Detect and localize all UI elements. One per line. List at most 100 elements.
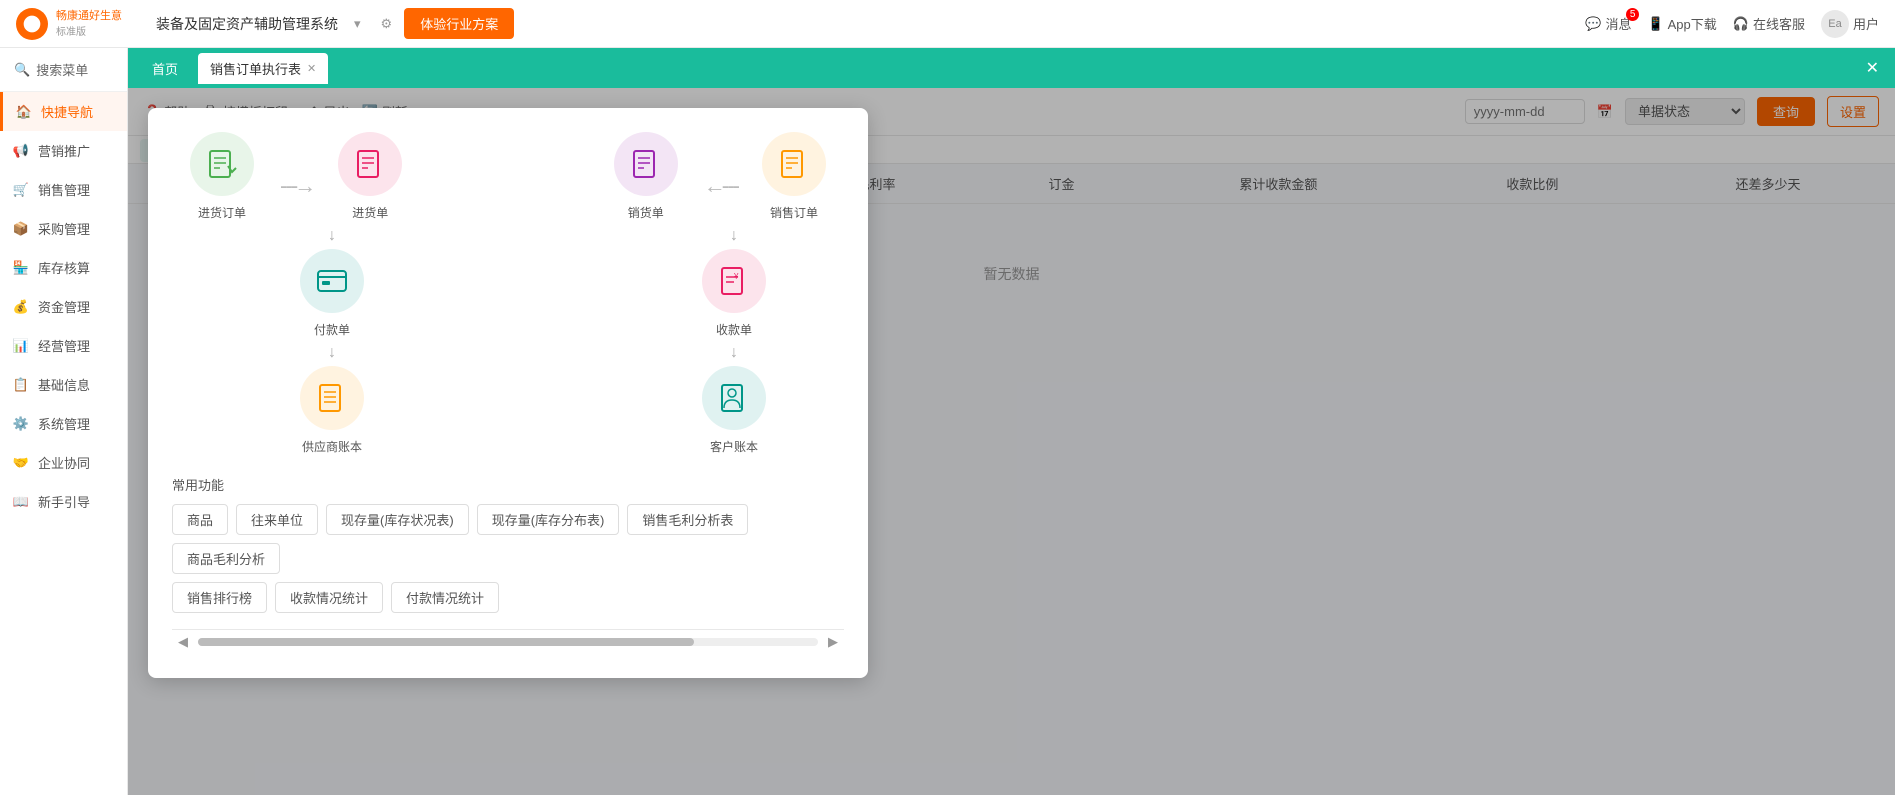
app-download-btn[interactable]: 📱 App下载: [1647, 14, 1716, 33]
payment-bill-label: 付款单: [314, 321, 350, 338]
down-arrow-1: ↓ 付款单: [272, 225, 382, 338]
sales-bill-label: 销货单: [628, 204, 664, 221]
sidebar-item-system[interactable]: ⚙️ 系统管理: [0, 404, 127, 443]
close-tab-btn[interactable]: ✕: [1858, 58, 1887, 78]
tab-home[interactable]: 首页: [136, 53, 194, 84]
scroll-track[interactable]: [198, 638, 818, 646]
customer-ledger-icon: [702, 366, 766, 430]
btn-sales-rank[interactable]: 销售排行榜: [172, 582, 267, 613]
sidebar-item-purchase[interactable]: 📦 采购管理: [0, 209, 127, 248]
purchase-order-node: 进货订单: [172, 132, 272, 221]
top-bar-actions: 💬 消息 5 📱 App下载 🎧 在线客服 Ea 用户: [1585, 10, 1879, 38]
dropdown-icon[interactable]: ▾: [354, 16, 361, 32]
receipt-bill-icon: ¥: [702, 249, 766, 313]
top-bar: 畅康通好生意 标准版 装备及固定资产辅助管理系统 ▾ ⚙ 体验行业方案 💬 消息…: [0, 0, 1895, 48]
btn-receipt-stats[interactable]: 收款情况统计: [275, 582, 383, 613]
message-icon: 💬: [1585, 16, 1601, 32]
sales-bill-icon: [614, 132, 678, 196]
sales-icon: 🛒: [12, 181, 30, 199]
content-body: ❓ 帮助 🖨 按模板打印 ▾ ⬆ 导出 🔄 刷新: [128, 88, 1895, 795]
btn-customer-supplier[interactable]: 往来单位: [236, 504, 318, 535]
customer-ledger-node: 客户账本: [684, 366, 784, 455]
purchase-order-label: 进货订单: [198, 204, 246, 221]
receipt-bill-node: ¥ 收款单: [684, 249, 784, 338]
guide-icon: 📖: [12, 493, 30, 511]
sales-order-label: 销售订单: [770, 204, 818, 221]
modal-overlay: 进货订单 - - -→: [128, 88, 1895, 795]
btn-stock-dist[interactable]: 现存量(库存分布表): [477, 504, 620, 535]
user-area[interactable]: Ea 用户: [1821, 10, 1879, 38]
sidebar-item-sales[interactable]: 🛒 销售管理: [0, 170, 127, 209]
flow-row-3: ↓ 供应商账本: [172, 342, 844, 455]
flow-row-1: 进货订单 - - -→: [172, 132, 844, 221]
sidebar-item-quick-nav[interactable]: 🏠 快捷导航: [0, 92, 127, 131]
purchase-order-icon: [190, 132, 254, 196]
sales-bill-node: 销货单: [596, 132, 696, 221]
btn-product[interactable]: 商品: [172, 504, 228, 535]
purchase-bill-label: 进货单: [352, 204, 388, 221]
search-icon: 🔍: [14, 62, 30, 78]
scroll-left-btn[interactable]: ◀: [172, 634, 194, 650]
down-arrow-3: ↓ 供应商账本: [272, 342, 382, 455]
headset-icon: 🎧: [1733, 16, 1749, 32]
sales-order-node: 销售订单: [744, 132, 844, 221]
receipt-bill-label: 收款单: [716, 321, 752, 338]
message-btn[interactable]: 💬 消息 5: [1585, 14, 1631, 33]
supplier-ledger-node: 供应商账本: [282, 366, 382, 455]
content-area: 首页 销售订单执行表 ✕ ✕ ❓ 帮助 🖨 按模板打印: [128, 48, 1895, 795]
tab-close-icon[interactable]: ✕: [307, 62, 316, 75]
scroll-bar-area: ◀ ▶: [172, 629, 844, 654]
down-arrow-2: ↓ ¥ 收款单: [684, 225, 844, 338]
basic-icon: 📋: [12, 376, 30, 394]
sidebar-item-marketing[interactable]: 📢 营销推广: [0, 131, 127, 170]
user-label: 用户: [1853, 14, 1879, 33]
sidebar-item-enterprise[interactable]: 🤝 企业协同: [0, 443, 127, 482]
down-arrow-4: ↓ 客户账本: [684, 342, 844, 455]
trial-btn[interactable]: 体验行业方案: [404, 8, 514, 39]
customer-ledger-label: 客户账本: [710, 438, 758, 455]
common-btns-row-2: 销售排行榜 收款情况统计 付款情况统计: [172, 582, 844, 613]
svg-text:¥: ¥: [733, 272, 739, 281]
logo-icon: [16, 8, 48, 40]
home-icon: 🏠: [15, 103, 33, 121]
system-title: 装备及固定资产辅助管理系统: [156, 14, 338, 34]
purchase-bill-icon: [338, 132, 402, 196]
tab-bar: 首页 销售订单执行表 ✕ ✕: [128, 48, 1895, 88]
tab-sales-exec[interactable]: 销售订单执行表 ✕: [198, 53, 328, 84]
phone-icon: 📱: [1647, 16, 1663, 32]
scroll-right-btn[interactable]: ▶: [822, 634, 844, 650]
flow-row-2: ↓ 付款单: [172, 225, 844, 338]
flow-diagram: 进货订单 - - -→: [172, 132, 844, 455]
btn-stock-status[interactable]: 现存量(库存状况表): [326, 504, 469, 535]
logo-area: 畅康通好生意 标准版: [16, 8, 144, 40]
sidebar: 🔍 搜索菜单 🏠 快捷导航 📢 营销推广 🛒 销售管理 📦 采购管理: [0, 48, 128, 795]
btn-sales-margin[interactable]: 销售毛利分析表: [627, 504, 748, 535]
sidebar-item-operations[interactable]: 📊 经营管理: [0, 326, 127, 365]
payment-bill-node: 付款单: [282, 249, 382, 338]
btn-product-margin[interactable]: 商品毛利分析: [172, 543, 280, 574]
arrow-1: - - -→: [272, 173, 320, 199]
marketing-icon: 📢: [12, 142, 30, 160]
sidebar-item-guide[interactable]: 📖 新手引导: [0, 482, 127, 521]
main-area: 🔍 搜索菜单 🏠 快捷导航 📢 营销推广 🛒 销售管理 📦 采购管理: [0, 48, 1895, 795]
message-badge: 5: [1626, 8, 1640, 21]
common-functions-title: 常用功能: [172, 475, 844, 494]
avatar: Ea: [1821, 10, 1849, 38]
sidebar-item-basic[interactable]: 📋 基础信息: [0, 365, 127, 404]
settings-icon[interactable]: ⚙: [381, 16, 393, 32]
online-service-btn[interactable]: 🎧 在线客服: [1733, 14, 1805, 33]
btn-payment-stats[interactable]: 付款情况统计: [391, 582, 499, 613]
enterprise-icon: 🤝: [12, 454, 30, 472]
operations-icon: 📊: [12, 337, 30, 355]
system-icon: ⚙️: [12, 415, 30, 433]
search-menu-btn[interactable]: 🔍 搜索菜单: [8, 56, 119, 83]
scroll-thumb: [198, 638, 694, 646]
inventory-icon: 🏪: [12, 259, 30, 277]
common-btns-row-1: 商品 往来单位 现存量(库存状况表) 现存量(库存分布表) 销售毛利分析表 商品…: [172, 504, 844, 574]
sidebar-item-inventory[interactable]: 🏪 库存核算: [0, 248, 127, 287]
sidebar-search-area: 🔍 搜索菜单: [0, 48, 127, 92]
sales-order-icon: [762, 132, 826, 196]
sidebar-item-finance[interactable]: 💰 资金管理: [0, 287, 127, 326]
payment-bill-icon: [300, 249, 364, 313]
logo-sub: 标准版: [56, 23, 122, 38]
